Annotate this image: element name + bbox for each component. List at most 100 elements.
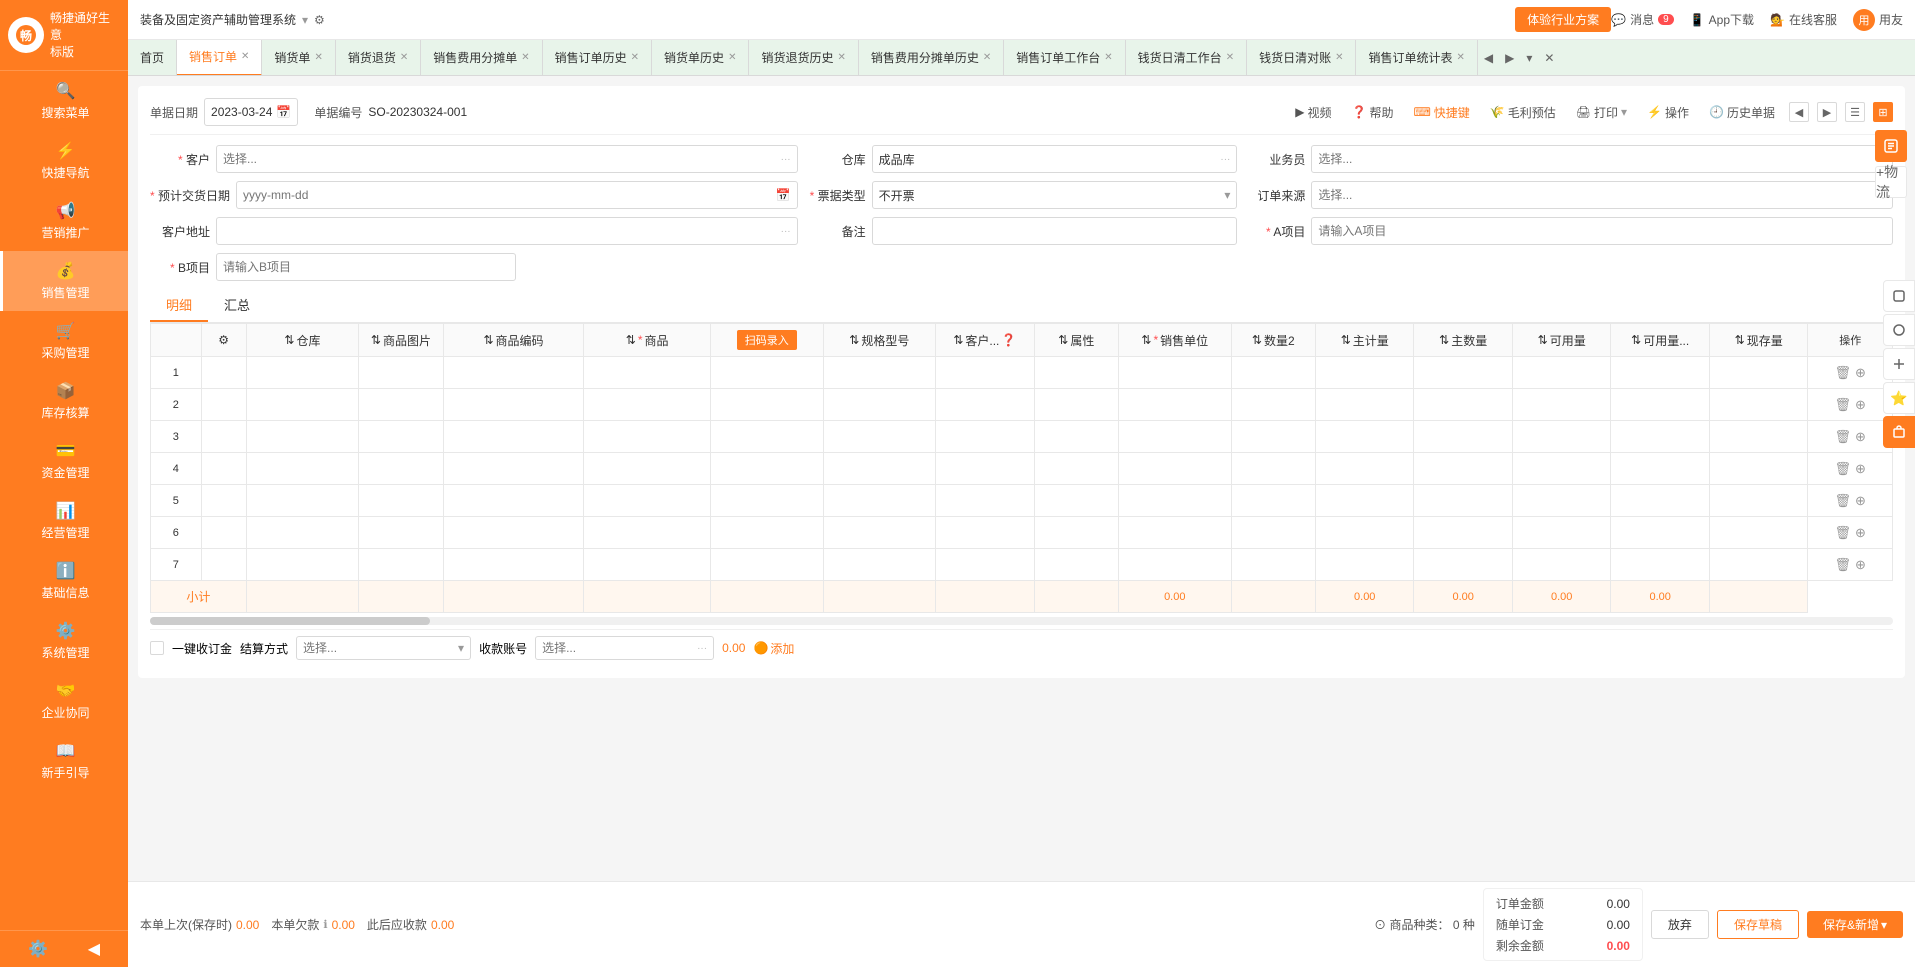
customer-dots[interactable]: ··· <box>781 154 791 165</box>
address-dots[interactable]: ··· <box>781 226 791 237</box>
view-btn[interactable]: ▶ 视频 <box>1289 102 1337 123</box>
row-1-attr[interactable] <box>1034 357 1118 389</box>
debit-info-icon[interactable]: ℹ <box>323 918 327 931</box>
customer-text-input[interactable] <box>223 152 781 166</box>
b-project-text-input[interactable] <box>223 260 509 274</box>
tab-order-workbench[interactable]: 销售订单工作台 ✕ <box>1004 40 1125 76</box>
row-1-code[interactable] <box>443 357 584 389</box>
history-btn[interactable]: 🕘 历史单据 <box>1703 102 1781 123</box>
operation-btn[interactable]: ⚡ 操作 <box>1641 102 1695 123</box>
tab-close-daily-workbench[interactable]: ✕ <box>1226 52 1234 63</box>
b-project-input[interactable] <box>216 253 516 281</box>
right-panel-btn-2[interactable] <box>1883 314 1915 346</box>
sidebar-item-baseinfo[interactable]: ℹ️ 基础信息 <box>0 551 128 611</box>
float-logistics-btn[interactable]: +物流 <box>1875 166 1907 198</box>
sidebar-item-sales[interactable]: 💰 销售管理 <box>0 251 128 311</box>
row-1-stock[interactable] <box>1709 357 1807 389</box>
row-1-qty2[interactable] <box>1231 357 1315 389</box>
tab-prev-btn[interactable]: ◀ <box>1478 40 1499 76</box>
row-1-main-unit[interactable] <box>1315 357 1413 389</box>
delivery-input[interactable]: 📅 <box>236 181 798 209</box>
row-1-scan[interactable] <box>710 357 823 389</box>
sidebar-item-finance[interactable]: 💳 资金管理 <box>0 431 128 491</box>
table-scrollbar[interactable] <box>150 617 1893 625</box>
tab-order-stats[interactable]: 销售订单统计表 ✕ <box>1356 40 1477 76</box>
delivery-cal-icon[interactable]: 📅 <box>776 188 791 202</box>
th-customer-code[interactable]: ⇅ 客户... ❓ <box>936 324 1034 357</box>
order-source-select[interactable]: ▾ <box>1311 181 1893 209</box>
th-main-qty[interactable]: ⇅ 主数量 <box>1414 324 1512 357</box>
row-1-delete-icon[interactable]: 🗑 <box>1834 365 1851 381</box>
tab-return[interactable]: 销货退货 ✕ <box>336 40 421 76</box>
warehouse-dots[interactable]: ··· <box>1220 154 1230 165</box>
goods-summary-icon[interactable]: ⊙ <box>1374 918 1386 932</box>
right-panel-btn-5[interactable] <box>1883 416 1915 448</box>
sidebar-item-collab[interactable]: 🤝 企业协同 <box>0 671 128 731</box>
row-5-delete-icon[interactable]: 🗑 <box>1834 493 1851 509</box>
th-unit[interactable]: ⇅ *销售单位 <box>1119 324 1232 357</box>
staff-text-input[interactable] <box>1318 152 1876 166</box>
sidebar-item-search[interactable]: 🔍 搜索菜单 <box>0 71 128 131</box>
discard-btn[interactable]: 放弃 <box>1651 910 1709 939</box>
order-source-input[interactable] <box>1318 188 1880 202</box>
th-img[interactable]: ⇅ 商品图片 <box>359 324 443 357</box>
address-input[interactable]: ··· <box>216 217 798 245</box>
sidebar-item-operation[interactable]: 📊 经营管理 <box>0 491 128 551</box>
tab-expense-history[interactable]: 销售费用分摊单历史 ✕ <box>859 40 1004 76</box>
row-1-unit[interactable] <box>1119 357 1232 389</box>
row-1-available[interactable] <box>1512 357 1610 389</box>
row-1-img[interactable] <box>359 357 443 389</box>
collapse-icon[interactable]: ◀ <box>88 939 100 959</box>
row-1-warehouse[interactable] <box>246 357 359 389</box>
right-panel-btn-3[interactable] <box>1883 348 1915 380</box>
row-2-copy-icon[interactable]: ⊕ <box>1855 397 1866 413</box>
tab-next-btn[interactable]: ▶ <box>1499 40 1520 76</box>
th-warehouse[interactable]: ⇅ 仓库 <box>246 324 359 357</box>
th-available2[interactable]: ⇅ 可用量... <box>1611 324 1709 357</box>
invoice-select[interactable]: 不开票 ▾ <box>872 181 1238 209</box>
row-1-available2[interactable] <box>1611 357 1709 389</box>
save-new-arrow[interactable]: ▾ <box>1881 918 1887 932</box>
row-4-delete-icon[interactable]: 🗑 <box>1834 461 1851 477</box>
delivery-text-input[interactable] <box>243 188 776 202</box>
remark-input[interactable] <box>872 217 1238 245</box>
settings-bottom-icon[interactable]: ⚙️ <box>28 939 48 959</box>
right-panel-btn-1[interactable] <box>1883 280 1915 312</box>
tab-close-sales-order[interactable]: ✕ <box>241 51 249 62</box>
shortcut-btn[interactable]: ⌨ 快捷键 <box>1407 102 1475 123</box>
save-draft-btn[interactable]: 保存草稿 <box>1717 910 1799 939</box>
tab-close-order-stats[interactable]: ✕ <box>1457 52 1465 63</box>
print-btn[interactable]: 🖨 打印 ▾ <box>1570 102 1633 123</box>
th-main-unit[interactable]: ⇅ 主计量 <box>1315 324 1413 357</box>
right-panel-btn-4[interactable]: ⭐ <box>1883 382 1915 414</box>
topbar-settings-icon[interactable]: ⚙ <box>314 13 325 27</box>
save-new-btn[interactable]: 保存&新增 ▾ <box>1807 911 1903 938</box>
row-1-spec[interactable] <box>823 357 936 389</box>
tab-close-expense-history[interactable]: ✕ <box>983 52 991 63</box>
user-btn[interactable]: 用 用友 <box>1853 9 1903 31</box>
row-5-copy-icon[interactable]: ⊕ <box>1855 493 1866 509</box>
tab-close-all-btn[interactable]: ✕ <box>1538 40 1560 76</box>
row-7-copy-icon[interactable]: ⊕ <box>1855 557 1866 573</box>
float-settings-btn[interactable] <box>1875 130 1907 162</box>
sidebar-item-guide[interactable]: 📖 新手引导 <box>0 731 128 791</box>
sidebar-item-quicknav[interactable]: ⚡ 快捷导航 <box>0 131 128 191</box>
scan-btn[interactable]: 扫码录入 <box>737 330 797 350</box>
settlement-method-input[interactable] <box>303 641 458 655</box>
quick-settle-checkbox[interactable] <box>150 641 164 655</box>
account-input[interactable] <box>542 641 697 655</box>
th-product[interactable]: ⇅ *商品 <box>584 324 711 357</box>
tab-close-invoice[interactable]: ✕ <box>314 52 322 63</box>
remark-text-input[interactable] <box>879 224 1231 238</box>
online-service-btn[interactable]: 💁 在线客服 <box>1770 11 1837 28</box>
add-payment-btn[interactable]: 🟠 添加 <box>753 640 794 657</box>
row-4-copy-icon[interactable]: ⊕ <box>1855 461 1866 477</box>
solution-btn[interactable]: 体验行业方案 <box>1515 7 1611 32</box>
account-select[interactable]: ··· <box>535 636 714 660</box>
nav-prev-btn[interactable]: ◀ <box>1789 102 1809 122</box>
tab-expense-split[interactable]: 销售费用分摊单 ✕ <box>421 40 542 76</box>
list-view-btn[interactable]: ☰ <box>1845 102 1865 122</box>
date-input[interactable]: 2023-03-24 📅 <box>204 98 298 126</box>
tab-sales-history[interactable]: 销售订单历史 ✕ <box>543 40 652 76</box>
row-1-copy-icon[interactable]: ⊕ <box>1855 365 1866 381</box>
